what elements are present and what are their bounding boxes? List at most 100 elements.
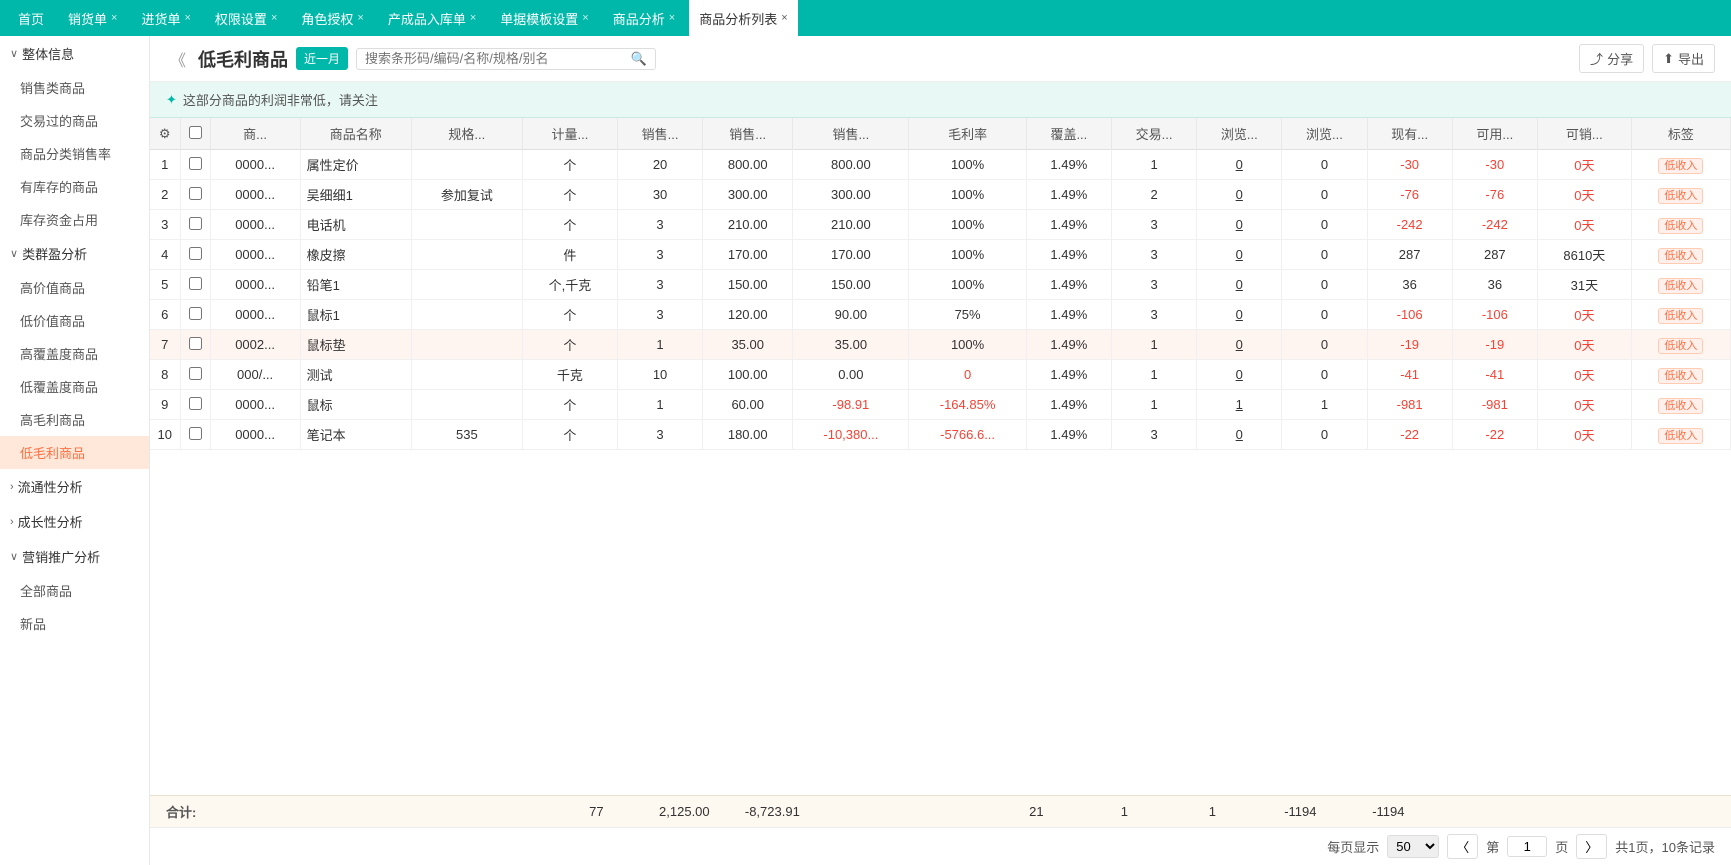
sidebar-group-overall[interactable]: ∨ 整体信息: [0, 36, 149, 71]
close-product-entry[interactable]: ×: [470, 12, 476, 24]
nav-product-entry[interactable]: 产成品入库单 ×: [378, 0, 486, 36]
cell-browse1[interactable]: 0: [1197, 330, 1282, 360]
th-stock1[interactable]: 现有...: [1367, 118, 1452, 150]
th-unit[interactable]: 计量...: [522, 118, 617, 150]
nav-template-settings[interactable]: 单据模板设置 ×: [490, 0, 598, 36]
page-input[interactable]: [1507, 836, 1547, 857]
sidebar-item-high-margin[interactable]: 高毛利商品: [0, 403, 149, 436]
close-purchase-order[interactable]: ×: [184, 12, 190, 24]
next-page-button[interactable]: 〉: [1576, 834, 1607, 859]
nav-sales-order[interactable]: 销货单 ×: [58, 0, 127, 36]
share-button[interactable]: ⤴ 分享: [1579, 44, 1644, 73]
sidebar-item-capital[interactable]: 库存资金占用: [0, 203, 149, 236]
sidebar-group-cluster[interactable]: ∨ 类群盈分析: [0, 236, 149, 271]
nav-role-auth[interactable]: 角色授权 ×: [291, 0, 373, 36]
nav-permission-settings[interactable]: 权限设置 ×: [205, 0, 287, 36]
sidebar-item-high-value[interactable]: 高价值商品: [0, 271, 149, 304]
browse1-link[interactable]: 1: [1236, 397, 1243, 412]
cell-browse1[interactable]: 0: [1197, 180, 1282, 210]
sidebar-group-circulation[interactable]: › 流通性分析: [0, 469, 149, 504]
sidebar-group-growth[interactable]: › 成长性分析: [0, 504, 149, 539]
browse1-link[interactable]: 0: [1236, 277, 1243, 292]
cell-checkbox[interactable]: [180, 420, 210, 450]
cell-checkbox[interactable]: [180, 360, 210, 390]
browse1-link[interactable]: 0: [1236, 187, 1243, 202]
browse1-link[interactable]: 0: [1236, 247, 1243, 262]
close-permission-settings[interactable]: ×: [271, 12, 277, 24]
row-checkbox[interactable]: [189, 337, 202, 350]
collapse-sidebar-button[interactable]: 《: [166, 47, 190, 71]
cell-browse1[interactable]: 0: [1197, 150, 1282, 180]
select-all-checkbox[interactable]: [189, 126, 202, 139]
th-margin[interactable]: 毛利率: [909, 118, 1026, 150]
nav-product-analysis[interactable]: 商品分析 ×: [603, 0, 685, 36]
th-code[interactable]: 商...: [210, 118, 300, 150]
cell-browse1[interactable]: 0: [1197, 300, 1282, 330]
sidebar-item-all-products[interactable]: 全部商品: [0, 574, 149, 607]
th-sales3[interactable]: 销售...: [793, 118, 909, 150]
cell-checkbox[interactable]: [180, 150, 210, 180]
cell-browse1[interactable]: 0: [1197, 420, 1282, 450]
cell-checkbox[interactable]: [180, 300, 210, 330]
close-template-settings[interactable]: ×: [582, 12, 588, 24]
browse1-link[interactable]: 0: [1236, 307, 1243, 322]
close-role-auth[interactable]: ×: [357, 12, 363, 24]
row-checkbox[interactable]: [189, 187, 202, 200]
th-browse2[interactable]: 浏览...: [1282, 118, 1367, 150]
close-product-analysis[interactable]: ×: [669, 12, 675, 24]
search-input[interactable]: [365, 51, 631, 66]
row-checkbox[interactable]: [189, 157, 202, 170]
browse1-link[interactable]: 0: [1236, 427, 1243, 442]
close-sales-order[interactable]: ×: [111, 12, 117, 24]
th-trade[interactable]: 交易...: [1111, 118, 1196, 150]
sidebar-item-traded-products[interactable]: 交易过的商品: [0, 104, 149, 137]
sidebar-item-sales-products[interactable]: 销售类商品: [0, 71, 149, 104]
browse1-link[interactable]: 0: [1236, 157, 1243, 172]
row-checkbox[interactable]: [189, 427, 202, 440]
sidebar-item-low-coverage[interactable]: 低覆盖度商品: [0, 370, 149, 403]
sidebar-item-low-value[interactable]: 低价值商品: [0, 304, 149, 337]
sidebar-item-new-products[interactable]: 新品: [0, 607, 149, 640]
search-icon[interactable]: 🔍: [631, 51, 647, 67]
th-coverage[interactable]: 覆盖...: [1026, 118, 1111, 150]
nav-home[interactable]: 首页: [8, 0, 54, 36]
sidebar-item-category-sales-rate[interactable]: 商品分类销售率: [0, 137, 149, 170]
row-checkbox[interactable]: [189, 217, 202, 230]
th-settings[interactable]: ⚙: [150, 118, 180, 150]
sidebar-item-high-coverage[interactable]: 高覆盖度商品: [0, 337, 149, 370]
cell-browse1[interactable]: 0: [1197, 210, 1282, 240]
cell-browse1[interactable]: 0: [1197, 360, 1282, 390]
th-name[interactable]: 商品名称: [300, 118, 411, 150]
browse1-link[interactable]: 0: [1236, 367, 1243, 382]
nav-purchase-order[interactable]: 进货单 ×: [131, 0, 200, 36]
cell-checkbox[interactable]: [180, 330, 210, 360]
nav-product-analysis-list[interactable]: 商品分析列表 ×: [689, 0, 797, 36]
sidebar-group-marketing[interactable]: ∨ 营销推广分析: [0, 539, 149, 574]
cell-checkbox[interactable]: [180, 180, 210, 210]
row-checkbox[interactable]: [189, 277, 202, 290]
period-button[interactable]: 近一月: [296, 47, 348, 70]
th-browse1[interactable]: 浏览...: [1197, 118, 1282, 150]
th-stock2[interactable]: 可用...: [1452, 118, 1537, 150]
sidebar-item-low-margin[interactable]: 低毛利商品: [0, 436, 149, 469]
th-spec[interactable]: 规格...: [411, 118, 522, 150]
cell-browse1[interactable]: 0: [1197, 240, 1282, 270]
cell-checkbox[interactable]: [180, 210, 210, 240]
browse1-link[interactable]: 0: [1236, 217, 1243, 232]
row-checkbox[interactable]: [189, 367, 202, 380]
row-checkbox[interactable]: [189, 307, 202, 320]
th-checkbox[interactable]: [180, 118, 210, 150]
cell-browse1[interactable]: 1: [1197, 390, 1282, 420]
export-button[interactable]: ⬆ 导出: [1652, 44, 1715, 73]
browse1-link[interactable]: 0: [1236, 337, 1243, 352]
th-tag[interactable]: 标签: [1631, 118, 1730, 150]
th-sales2[interactable]: 销售...: [703, 118, 793, 150]
close-product-analysis-list[interactable]: ×: [781, 12, 787, 24]
th-sales1[interactable]: 销售...: [617, 118, 702, 150]
sidebar-item-stocked-products[interactable]: 有库存的商品: [0, 170, 149, 203]
prev-page-button[interactable]: 〈: [1447, 834, 1478, 859]
cell-checkbox[interactable]: [180, 270, 210, 300]
th-days[interactable]: 可销...: [1537, 118, 1631, 150]
row-checkbox[interactable]: [189, 397, 202, 410]
cell-checkbox[interactable]: [180, 390, 210, 420]
